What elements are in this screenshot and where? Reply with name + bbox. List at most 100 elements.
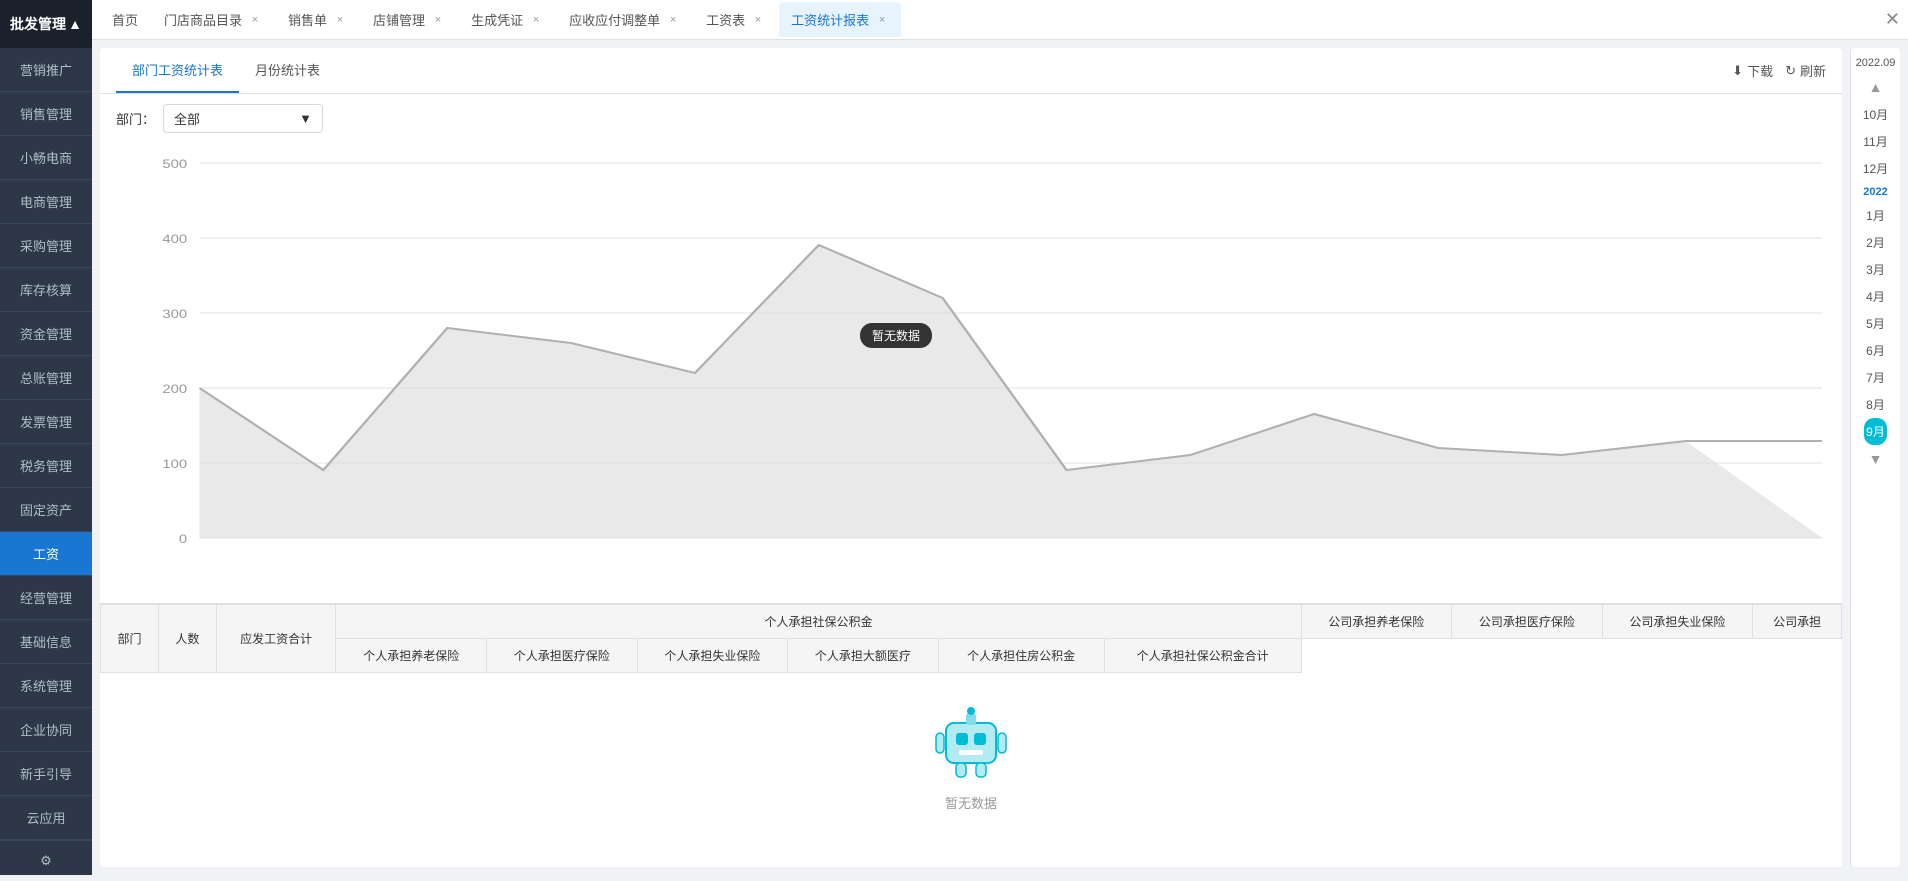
inner-content: 部门工资统计表月份统计表 ⬇ 下载 ↻ 刷新 部门： 全部 ▼ [92,40,1908,875]
tab-首页[interactable]: 首页 [100,2,150,37]
nav-up-button[interactable]: ▲ [1864,75,1888,99]
tab-label: 工资统计报表 [791,10,869,29]
tab-close-button[interactable]: × [333,13,347,27]
sidebar-item-发票管理[interactable]: 发票管理 [0,400,92,444]
svg-text:300: 300 [162,307,187,320]
filter-label: 部门： [116,109,155,128]
main-content: 首页门店商品目录×销售单×店铺管理×生成凭证×应收应付调整单×工资表×工资统计报… [92,0,1908,875]
tab-close-button[interactable]: × [529,13,543,27]
refresh-icon: ↻ [1785,63,1796,79]
empty-robot-icon [931,703,1011,783]
col-personal-medical: 个人承担医疗保险 [487,639,638,673]
svg-text:500: 500 [162,157,187,170]
sidebar-item-销售管理[interactable]: 销售管理 [0,92,92,136]
department-select-value: 全部 [174,109,200,128]
month-2月[interactable]: 2月 [1860,229,1891,256]
sidebar-item-资金管理[interactable]: 资金管理 [0,312,92,356]
month-1月[interactable]: 1月 [1860,202,1891,229]
sidebar-item-基础信息[interactable]: 基础信息 [0,620,92,664]
sidebar-toggle-icon[interactable]: ▲ [68,16,82,32]
month-5月[interactable]: 5月 [1860,310,1891,337]
download-button[interactable]: ⬇ 下载 [1732,61,1773,80]
sidebar-item-企业协同[interactable]: 企业协同 [0,708,92,752]
col-personal-large-medical: 个人承担大额医疗 [788,639,939,673]
tab-工资统计报表[interactable]: 工资统计报表 × [779,2,901,37]
download-icon: ⬇ [1732,63,1743,79]
month-9月[interactable]: 9月 [1864,418,1887,445]
chart-tooltip: 暂无数据 [860,323,932,348]
col-personal-unemployment: 个人承担失业保险 [637,639,788,673]
month-6月[interactable]: 6月 [1860,337,1891,364]
svg-text:200: 200 [162,382,187,395]
month-12月[interactable]: 12月 [1860,155,1891,182]
tab-应收应付调整单[interactable]: 应收应付调整单 × [557,2,692,37]
filter-bar: 部门： 全部 ▼ [100,94,1842,143]
tab-销售单[interactable]: 销售单 × [276,2,359,37]
month-11月[interactable]: 11月 [1860,128,1891,155]
tab-工资表[interactable]: 工资表 × [694,2,777,37]
month-3月[interactable]: 3月 [1860,256,1891,283]
col-personal-housing: 个人承担住房公积金 [938,639,1104,673]
tab-label: 店铺管理 [373,10,425,29]
sidebar-item-营销推广[interactable]: 营销推广 [0,48,92,92]
sidebar-item-库存核算[interactable]: 库存核算 [0,268,92,312]
tab-门店商品目录[interactable]: 门店商品目录 × [152,2,274,37]
current-year-month: 2022.09 [1854,53,1898,73]
sidebar-header[interactable]: 批发管理 ▲ [0,0,92,48]
sidebar-item-系统管理[interactable]: 系统管理 [0,664,92,708]
month-7月[interactable]: 7月 [1860,364,1891,391]
month-8月[interactable]: 8月 [1860,391,1891,418]
tab-店铺管理[interactable]: 店铺管理 × [361,2,457,37]
sidebar-item-总账管理[interactable]: 总账管理 [0,356,92,400]
table-area[interactable]: 部门 人数 应发工资合计 个人承担社保公积金 公司承担养老保险 公司承担医疗保险… [100,603,1842,867]
tab-label: 销售单 [288,10,327,29]
tab-close-button[interactable]: × [875,13,889,27]
col-company-unemployment: 公司承担失业保险 [1602,605,1753,639]
col-personal-total: 个人承担社保公积金合计 [1104,639,1301,673]
col-company-other: 公司承担 [1753,605,1842,639]
tab-生成凭证[interactable]: 生成凭证× [459,2,555,37]
sidebar-title: 批发管理 [10,14,66,34]
col-company-social: 公司承担养老保险 [1301,605,1452,639]
sidebar-item-采购管理[interactable]: 采购管理 [0,224,92,268]
refresh-label: 刷新 [1800,61,1826,80]
sidebar-item-云应用[interactable]: 云应用 [0,796,92,840]
toolbar: ⬇ 下载 ↻ 刷新 [1732,61,1826,80]
sidebar-item-经营管理[interactable]: 经营管理 [0,576,92,620]
close-all-button[interactable]: ✕ [1885,9,1900,30]
chart-tooltip-text: 暂无数据 [872,329,920,343]
sidebar-item-小畅电商[interactable]: 小畅电商 [0,136,92,180]
sidebar-item-税务管理[interactable]: 税务管理 [0,444,92,488]
sidebar-item-工资[interactable]: 工资 [0,532,92,576]
tab-close-button[interactable]: × [666,13,680,27]
chart-area: 500 400 300 200 100 0 [100,143,1842,603]
right-panel: 2022.09 ▲ 10月11月12月20221月2月3月4月5月6月7月8月9… [1850,48,1900,867]
tab-close-button[interactable]: × [248,13,262,27]
svg-text:400: 400 [162,232,187,245]
col-total-wage: 应发工资合计 [216,605,336,673]
sidebar-item-固定资产[interactable]: 固定资产 [0,488,92,532]
download-label: 下载 [1747,61,1773,80]
tab-label: 工资表 [706,10,745,29]
tab-close-button[interactable]: × [751,13,765,27]
sidebar-item-电商管理[interactable]: 电商管理 [0,180,92,224]
tab-close-button[interactable]: × [431,13,445,27]
tab-bar: 首页门店商品目录×销售单×店铺管理×生成凭证×应收应付调整单×工资表×工资统计报… [92,0,1908,40]
month-4月[interactable]: 4月 [1860,283,1891,310]
department-select[interactable]: 全部 ▼ [163,104,323,133]
empty-text: 暂无数据 [945,793,997,812]
month-2022[interactable]: 2022 [1860,182,1891,202]
month-10月[interactable]: 10月 [1860,101,1891,128]
page-area: 部门工资统计表月份统计表 ⬇ 下载 ↻ 刷新 部门： 全部 ▼ [100,48,1842,867]
tab-label: 门店商品目录 [164,10,242,29]
chart-svg: 500 400 300 200 100 0 [150,153,1822,553]
sub-tab-月份统计表[interactable]: 月份统计表 [239,48,336,93]
sidebar: 批发管理 ▲ 营销推广销售管理小畅电商电商管理采购管理库存核算资金管理总账管理发… [0,0,92,875]
sidebar-item-新手引导[interactable]: 新手引导 [0,752,92,796]
col-personal-pension: 个人承担养老保险 [336,639,487,673]
nav-down-button[interactable]: ▼ [1864,447,1888,471]
col-count: 人数 [158,605,216,673]
refresh-button[interactable]: ↻ 刷新 [1785,61,1826,80]
sub-tab-部门工资统计表[interactable]: 部门工资统计表 [116,48,239,93]
tab-label: 应收应付调整单 [569,10,660,29]
